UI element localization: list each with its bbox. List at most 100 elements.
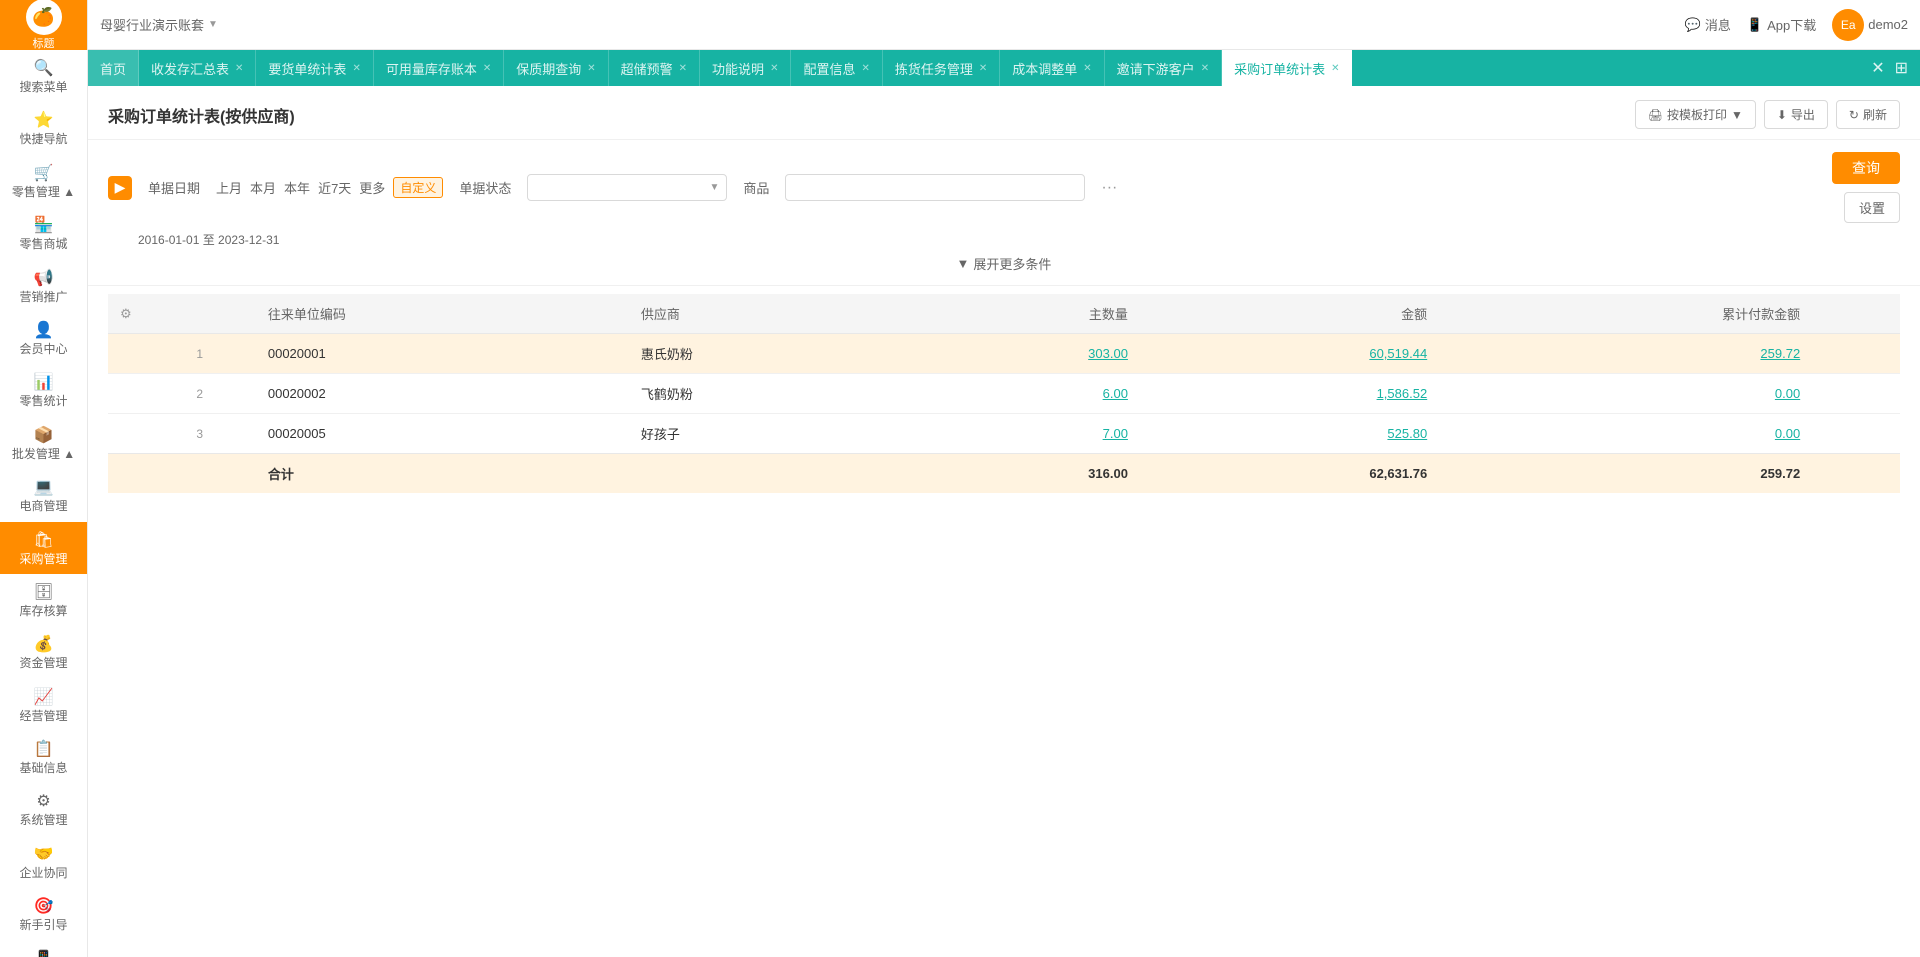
sidebar-item-inventory[interactable]: 🗄 库存核算 — [0, 574, 87, 626]
nav-label-basic-info: 基础信息 — [19, 761, 67, 775]
cell-seq: 2 — [144, 374, 256, 414]
tab-close-feature-desc[interactable]: ✕ — [770, 63, 778, 74]
cell-extra — [1812, 334, 1900, 374]
shortcut-more[interactable]: 更多 — [359, 178, 385, 197]
shortcut-7days[interactable]: 近7天 — [318, 178, 351, 197]
tab-close-receive-summary[interactable]: ✕ — [235, 63, 243, 74]
tab-available-inventory[interactable]: 可用量库存账本 ✕ — [374, 50, 504, 86]
nav-icon-app-center: 📱 — [34, 949, 54, 957]
tab-feature-desc[interactable]: 功能说明✕ — [700, 50, 791, 86]
app-download-btn[interactable]: 📱 App下载 — [1747, 15, 1816, 34]
sidebar-item-finance[interactable]: 💰 资金管理 — [0, 626, 87, 678]
sidebar-item-enterprise[interactable]: 🤝 企业协同 — [0, 836, 87, 888]
tab-warranty-query[interactable]: 保质期查询✕ — [504, 50, 608, 86]
tab-label-requisition-summary: 要货单统计表 — [268, 59, 346, 78]
filter-toggle-btn[interactable]: ▶ — [108, 176, 132, 200]
date-shortcuts: 上月 本月 本年 近7天 更多 自定义 — [216, 177, 443, 198]
cell-supplier: 好孩子 — [629, 414, 907, 454]
nav-icon-inventory: 🗄 — [33, 582, 53, 602]
tab-overstock-alert[interactable]: 超储预警✕ — [609, 50, 700, 86]
tab-close-purchase-summary[interactable]: ✕ — [1331, 63, 1339, 74]
sidebar-item-marketing[interactable]: 📢 营销推广 — [0, 260, 87, 312]
main-area: 母婴行业演示账套 ▼ 💬 消息 📱 App下载 Ea demo2 首页收发存汇总… — [88, 0, 1920, 957]
table-footer: 合计 316.00 62,631.76 259.72 — [108, 454, 1900, 494]
account-dropdown[interactable]: 母婴行业演示账套 ▼ — [100, 15, 218, 34]
column-settings-icon[interactable]: ⚙ — [120, 306, 132, 321]
sidebar-item-retail[interactable]: 🛒 零售管理 ▲ — [0, 155, 87, 207]
topbar: 母婴行业演示账套 ▼ 💬 消息 📱 App下载 Ea demo2 — [88, 0, 1920, 50]
sidebar-item-member[interactable]: 👤 会员中心 — [0, 312, 87, 364]
tab-receive-summary[interactable]: 收发存汇总表✕ — [139, 50, 256, 86]
message-btn[interactable]: 💬 消息 — [1685, 15, 1731, 34]
status-select[interactable] — [527, 174, 727, 201]
sidebar-item-operations[interactable]: 📈 经营管理 — [0, 679, 87, 731]
tab-home[interactable]: 首页 — [88, 50, 139, 86]
sidebar-item-purchase[interactable]: 🛍 采购管理 — [0, 522, 87, 574]
maximize-btn[interactable]: ⊞ — [1891, 54, 1912, 82]
settings-btn[interactable]: 设置 — [1844, 192, 1900, 223]
tab-close-warranty-query[interactable]: ✕ — [587, 63, 595, 74]
tab-invite-downstream[interactable]: 邀请下游客户✕ — [1105, 50, 1222, 86]
table-row[interactable]: 2 00020002 飞鹤奶粉 6.00 1,586.52 0.00 — [108, 374, 1900, 414]
sidebar-item-retail-stats[interactable]: 📊 零售统计 — [0, 364, 87, 416]
tab-picking-task[interactable]: 拣货任务管理 ✕ — [883, 50, 1000, 86]
export-btn[interactable]: ⬇ 导出 — [1764, 100, 1828, 129]
tab-close-available-inventory[interactable]: ✕ — [483, 63, 491, 74]
logo-icon: 🍊 — [26, 0, 62, 35]
sidebar: 🍊 标题 🔍 搜索菜单 ⭐ 快捷导航 🛒 零售管理 ▲ 🏪 零售商城 📢 营销推… — [0, 0, 88, 957]
tab-close-overstock-alert[interactable]: ✕ — [679, 63, 687, 74]
nav-label-quick-nav: 快捷导航 — [19, 132, 67, 146]
th-supplier: 供应商 — [629, 294, 907, 334]
shortcut-last-month[interactable]: 上月 — [216, 178, 242, 197]
expand-btn[interactable]: ▼ 展开更多条件 — [957, 254, 1052, 273]
page-header: 采购订单统计表(按供应商) 🖨 按模板打印 ▼ ⬇ 导出 ↻ 刷新 — [88, 86, 1920, 140]
goods-input[interactable] — [785, 174, 1085, 201]
app-download-label: App下载 — [1767, 15, 1816, 34]
table-row[interactable]: 3 00020005 好孩子 7.00 525.80 0.00 — [108, 414, 1900, 454]
shortcut-this-month[interactable]: 本月 — [250, 178, 276, 197]
sidebar-item-new-guide[interactable]: 🎯 新手引导 — [0, 888, 87, 940]
refresh-btn[interactable]: ↻ 刷新 — [1836, 100, 1900, 129]
tab-requisition-summary[interactable]: 要货单统计表 ✕ — [256, 50, 373, 86]
tab-close-cost-adjust[interactable]: ✕ — [1083, 63, 1091, 74]
cell-seq: 1 — [144, 334, 256, 374]
tab-label-cost-adjust: 成本调整单 — [1012, 59, 1077, 78]
table-row[interactable]: 1 00020001 惠氏奶粉 303.00 60,519.44 259.72 — [108, 334, 1900, 374]
footer-amount: 62,631.76 — [1140, 454, 1439, 494]
tab-close-config-info[interactable]: ✕ — [861, 63, 869, 74]
more-fields-icon[interactable]: ··· — [1101, 179, 1117, 197]
tab-config-info[interactable]: 配置信息✕ — [791, 50, 882, 86]
cell-amount: 1,586.52 — [1140, 374, 1439, 414]
sidebar-item-search[interactable]: 🔍 搜索菜单 — [0, 50, 87, 102]
print-btn[interactable]: 🖨 按模板打印 ▼ — [1635, 100, 1756, 129]
print-dropdown-icon: ▼ — [1731, 108, 1743, 122]
cell-amount: 525.80 — [1140, 414, 1439, 454]
tab-purchase-summary[interactable]: 采购订单统计表✕ — [1222, 50, 1352, 86]
user-avatar-area[interactable]: Ea demo2 — [1832, 9, 1908, 41]
nav-icon-marketing: 📢 — [34, 268, 54, 288]
nav-label-wholesale: 批发管理 ▲ — [12, 447, 75, 461]
tab-close-invite-downstream[interactable]: ✕ — [1201, 63, 1209, 74]
nav-label-retail: 零售管理 ▲ — [12, 185, 75, 199]
sidebar-item-quick-nav[interactable]: ⭐ 快捷导航 — [0, 102, 87, 154]
nav-icon-finance: 💰 — [34, 634, 54, 654]
query-btn[interactable]: 查询 — [1832, 152, 1900, 184]
sidebar-item-app-center[interactable]: 📱 应用中心 — [0, 941, 87, 957]
sidebar-item-retail-mall[interactable]: 🏪 零售商城 — [0, 207, 87, 259]
message-icon: 💬 — [1685, 17, 1701, 33]
tab-label-picking-task: 拣货任务管理 — [895, 59, 973, 78]
tab-cost-adjust[interactable]: 成本调整单 ✕ — [1000, 50, 1104, 86]
close-tab-btn[interactable]: ✕ — [1867, 54, 1888, 82]
status-select-wrapper — [527, 174, 727, 201]
data-table: ⚙ 往来单位编码 供应商 主数量 金额 累计付款金额 — [108, 294, 1900, 493]
custom-tag[interactable]: 自定义 — [393, 177, 443, 198]
sidebar-item-basic-info[interactable]: 📋 基础信息 — [0, 731, 87, 783]
sidebar-item-ecommerce[interactable]: 💻 电商管理 — [0, 469, 87, 521]
cell-qty: 6.00 — [907, 374, 1140, 414]
shortcut-this-year[interactable]: 本年 — [284, 178, 310, 197]
sidebar-item-wholesale[interactable]: 📦 批发管理 ▲ — [0, 417, 87, 469]
sidebar-item-system[interactable]: ⚙ 系统管理 — [0, 783, 87, 835]
tab-close-requisition-summary[interactable]: ✕ — [352, 63, 360, 74]
tab-close-picking-task[interactable]: ✕ — [979, 63, 987, 74]
tab-label-available-inventory: 可用量库存账本 — [386, 59, 477, 78]
